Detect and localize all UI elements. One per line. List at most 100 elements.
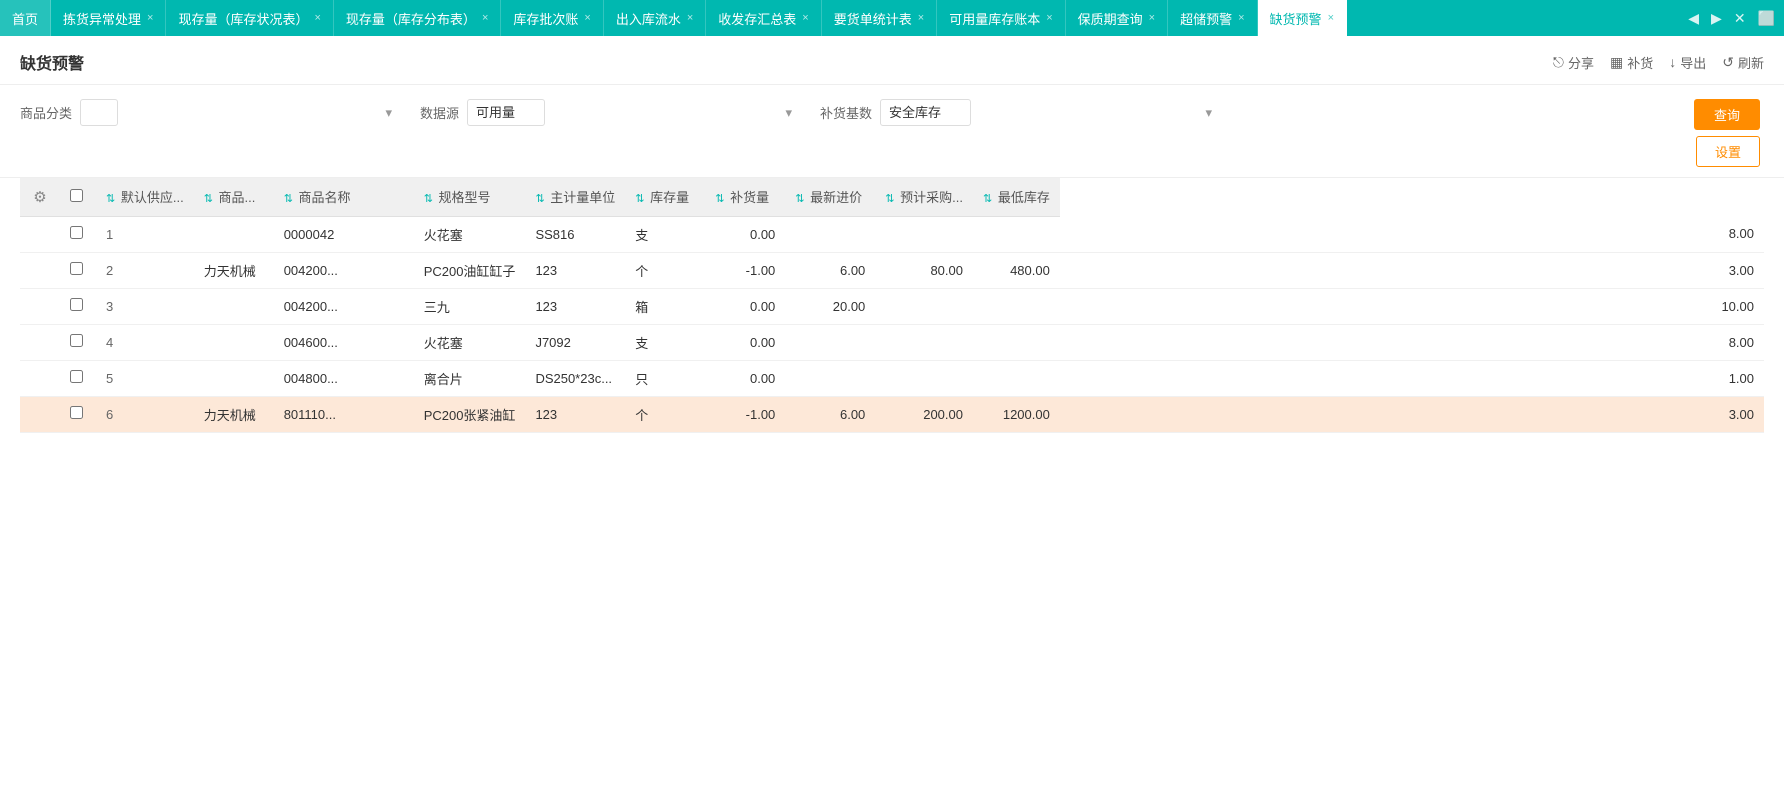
tab-close-available-ledger[interactable]: ×	[1046, 12, 1052, 24]
row-checkbox-2[interactable]	[60, 288, 96, 324]
export-icon: ↓	[1669, 54, 1676, 70]
tab-close-inout-flow[interactable]: ×	[687, 12, 693, 24]
row-min-stock-2: 10.00	[1060, 288, 1764, 324]
table-wrapper: ⚙ ⇅ 默认供应... ⇅ 商品... ⇅ 商品名称	[0, 178, 1784, 453]
row-checkbox-1[interactable]	[60, 252, 96, 288]
row-num-1: 2	[96, 252, 194, 288]
replenish-icon: ▦	[1610, 54, 1623, 71]
tab-overstock[interactable]: 超储预警 ×	[1168, 0, 1257, 36]
tab-abnormal[interactable]: 拣货异常处理 ×	[51, 0, 166, 36]
query-button[interactable]: 查询	[1694, 99, 1760, 130]
row-gear-1	[20, 252, 60, 288]
table-row: 2 力天机械 004200... PC200油缸缸子 123 个 -1.00 6…	[20, 252, 1764, 288]
col-product-code[interactable]: ⇅ 商品...	[194, 178, 274, 216]
row-unit-1: 个	[625, 252, 705, 288]
col-stock[interactable]: ⇅ 库存量	[625, 178, 705, 216]
tab-nav-buttons: ◀ ▶ ✕ ⬜	[1679, 8, 1784, 29]
row-num-3: 4	[96, 324, 194, 360]
col-default-supplier[interactable]: ⇅ 默认供应...	[96, 178, 194, 216]
row-select-4[interactable]	[70, 370, 83, 383]
tab-close-abnormal[interactable]: ×	[147, 12, 153, 24]
col-est-purchase[interactable]: ⇅ 预计采购...	[875, 178, 973, 216]
row-spec-0: SS816	[525, 216, 625, 252]
row-gear-2	[20, 288, 60, 324]
row-stock-3: 0.00	[705, 324, 785, 360]
row-spec-4: DS250*23c...	[525, 360, 625, 396]
row-supplier-2	[194, 288, 274, 324]
tab-close-expiry-query[interactable]: ×	[1149, 12, 1155, 24]
tab-shortage[interactable]: 缺货预警 ×	[1258, 0, 1347, 36]
row-restock-qty-1: 6.00	[785, 252, 875, 288]
tab-close-all-button[interactable]: ✕	[1729, 8, 1751, 29]
tab-collect-summary[interactable]: 收发存汇总表 ×	[706, 0, 821, 36]
sort-icon-latest-price: ⇅	[795, 193, 804, 205]
row-name-5: PC200张紧油缸	[414, 396, 526, 432]
row-select-5[interactable]	[70, 406, 83, 419]
row-select-0[interactable]	[70, 226, 83, 239]
row-unit-5: 个	[625, 396, 705, 432]
tab-inventory-status[interactable]: 现存量（库存状况表） ×	[166, 0, 333, 36]
tab-inout-flow[interactable]: 出入库流水 ×	[604, 0, 706, 36]
row-unit-2: 箱	[625, 288, 705, 324]
tab-home[interactable]: 首页	[0, 0, 51, 36]
row-latest-price-2	[875, 288, 973, 324]
tab-expand-button[interactable]: ⬜	[1753, 8, 1780, 29]
col-latest-price[interactable]: ⇅ 最新进价	[785, 178, 875, 216]
header-actions: ⎋ 分享 ▦ 补货 ↓ 导出 ↺ 刷新	[1553, 53, 1764, 72]
tab-batch[interactable]: 库存批次账 ×	[501, 0, 603, 36]
export-button[interactable]: ↓ 导出	[1669, 53, 1706, 72]
row-num-4: 5	[96, 360, 194, 396]
row-stock-2: 0.00	[705, 288, 785, 324]
tab-expiry-query[interactable]: 保质期查询 ×	[1066, 0, 1168, 36]
row-restock-qty-5: 6.00	[785, 396, 875, 432]
replenish-button[interactable]: ▦ 补货	[1610, 53, 1653, 72]
tab-close-batch[interactable]: ×	[584, 12, 590, 24]
row-supplier-0	[194, 216, 274, 252]
row-select-3[interactable]	[70, 334, 83, 347]
share-button[interactable]: ⎋ 分享	[1553, 53, 1594, 72]
sort-icon-code: ⇅	[204, 193, 213, 205]
restock-select[interactable]: 安全库存	[880, 99, 971, 126]
page-header: 缺货预警 ⎋ 分享 ▦ 补货 ↓ 导出 ↺ 刷新	[0, 36, 1784, 85]
category-select[interactable]	[80, 99, 118, 126]
col-min-stock[interactable]: ⇅ 最低库存	[973, 178, 1060, 216]
tab-close-inventory-status[interactable]: ×	[314, 12, 320, 24]
filter-group-category: 商品分类	[20, 99, 400, 126]
row-checkbox-3[interactable]	[60, 324, 96, 360]
col-checkbox	[60, 178, 96, 216]
row-checkbox-4[interactable]	[60, 360, 96, 396]
row-num-0: 1	[96, 216, 194, 252]
col-product-name[interactable]: ⇅ 商品名称	[274, 178, 414, 216]
tab-demand-stats[interactable]: 要货单统计表 ×	[822, 0, 937, 36]
sort-icon-unit: ⇅	[535, 193, 544, 205]
tab-close-inventory-dist[interactable]: ×	[482, 12, 488, 24]
row-est-purchase-4	[973, 360, 1060, 396]
tab-close-overstock[interactable]: ×	[1238, 12, 1244, 24]
select-all-checkbox[interactable]	[70, 189, 83, 202]
col-unit[interactable]: ⇅ 主计量单位	[525, 178, 625, 216]
tab-available-ledger[interactable]: 可用量库存账本 ×	[937, 0, 1065, 36]
tab-next-button[interactable]: ▶	[1706, 8, 1727, 29]
row-checkbox-0[interactable]	[60, 216, 96, 252]
filter-groups: 商品分类 数据源 可用量 补货基数	[20, 99, 1674, 126]
refresh-button[interactable]: ↺ 刷新	[1722, 53, 1764, 72]
col-spec[interactable]: ⇅ 规格型号	[414, 178, 526, 216]
row-supplier-3	[194, 324, 274, 360]
tab-close-demand-stats[interactable]: ×	[918, 12, 924, 24]
row-select-1[interactable]	[70, 262, 83, 275]
row-checkbox-5[interactable]	[60, 396, 96, 432]
setting-button[interactable]: 设置	[1696, 136, 1760, 167]
row-gear-3	[20, 324, 60, 360]
tab-close-shortage[interactable]: ×	[1328, 12, 1334, 24]
row-latest-price-3	[875, 324, 973, 360]
datasource-select[interactable]: 可用量	[467, 99, 545, 126]
page-title: 缺货预警	[20, 50, 84, 74]
row-gear-4	[20, 360, 60, 396]
row-select-2[interactable]	[70, 298, 83, 311]
tab-close-collect-summary[interactable]: ×	[802, 12, 808, 24]
tab-prev-button[interactable]: ◀	[1683, 8, 1704, 29]
col-restock-qty[interactable]: ⇅ 补货量	[705, 178, 785, 216]
datasource-select-wrapper: 可用量	[467, 99, 800, 126]
gear-icon[interactable]: ⚙	[33, 189, 46, 206]
tab-inventory-dist[interactable]: 现存量（库存分布表） ×	[334, 0, 501, 36]
